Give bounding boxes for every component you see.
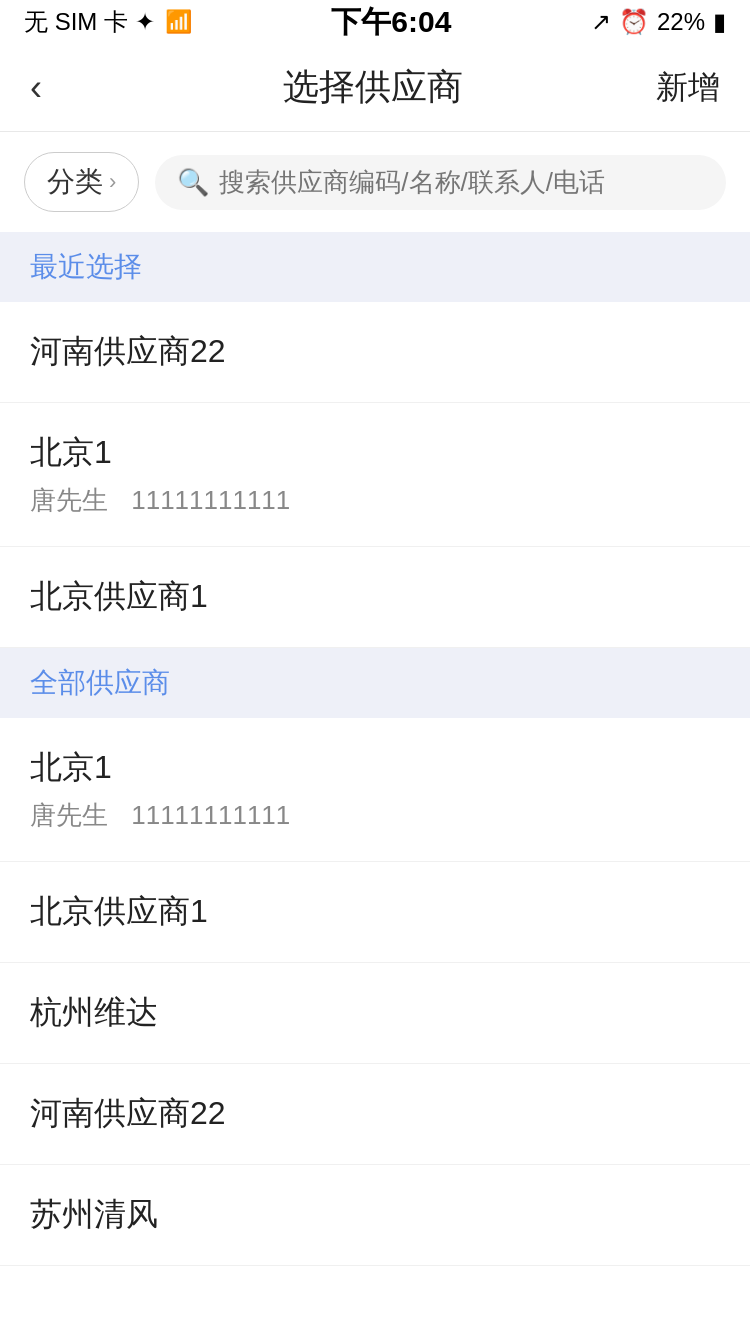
item-name: 河南供应商22 <box>30 1092 720 1136</box>
item-name: 河南供应商22 <box>30 330 720 374</box>
all-section-label: 全部供应商 <box>30 667 170 698</box>
status-left: 无 SIM 卡 ✦ 📶 <box>24 6 192 38</box>
all-section-header: 全部供应商 <box>0 648 750 718</box>
item-name: 北京1 <box>30 431 720 475</box>
chevron-right-icon: › <box>109 169 116 195</box>
item-name: 北京供应商1 <box>30 575 720 619</box>
page-title: 选择供应商 <box>283 63 463 112</box>
status-right: ↗ ⏰ 22% ▮ <box>591 8 726 36</box>
item-name: 北京1 <box>30 746 720 790</box>
item-name: 北京供应商1 <box>30 890 720 934</box>
recent-section-header: 最近选择 <box>0 232 750 302</box>
search-input[interactable] <box>219 167 704 198</box>
battery-icon: ▮ <box>713 8 726 36</box>
alarm-icon: ⏰ <box>619 8 649 36</box>
contact-phone: 11111111111 <box>131 485 290 515</box>
wifi-icon: 📶 <box>165 9 192 35</box>
nav-bar: ‹ 选择供应商 新增 <box>0 44 750 132</box>
status-time: 下午6:04 <box>331 2 451 43</box>
contact-name: 唐先生 <box>30 485 108 515</box>
item-contact: 唐先生 11111111111 <box>30 483 720 518</box>
list-item[interactable]: 苏州清风 <box>0 1165 750 1266</box>
status-bar: 无 SIM 卡 ✦ 📶 下午6:04 ↗ ⏰ 22% ▮ <box>0 0 750 44</box>
location-icon: ↗ <box>591 8 611 36</box>
search-box: 🔍 <box>155 155 726 210</box>
category-filter-button[interactable]: 分类 › <box>24 152 139 212</box>
search-icon: 🔍 <box>177 167 209 198</box>
list-item[interactable]: 杭州维达 <box>0 963 750 1064</box>
list-item[interactable]: 河南供应商22 <box>0 1064 750 1165</box>
list-item[interactable]: 河南供应商22 <box>0 302 750 403</box>
category-label: 分类 <box>47 163 103 201</box>
filter-bar: 分类 › 🔍 <box>0 132 750 232</box>
all-items-list: 北京1 唐先生 11111111111 北京供应商1 杭州维达 河南供应商22 … <box>0 718 750 1266</box>
recent-section-label: 最近选择 <box>30 251 142 282</box>
sim-status: 无 SIM 卡 ✦ <box>24 6 155 38</box>
item-name: 杭州维达 <box>30 991 720 1035</box>
list-item[interactable]: 北京1 唐先生 11111111111 <box>0 718 750 862</box>
recent-items-list: 河南供应商22 北京1 唐先生 11111111111 北京供应商1 <box>0 302 750 648</box>
list-item[interactable]: 北京供应商1 <box>0 862 750 963</box>
list-item[interactable]: 北京1 唐先生 11111111111 <box>0 403 750 547</box>
battery-indicator: 22% <box>657 8 705 36</box>
new-supplier-button[interactable]: 新增 <box>656 66 720 110</box>
item-name: 苏州清风 <box>30 1193 720 1237</box>
back-button[interactable]: ‹ <box>30 67 90 109</box>
contact-phone: 11111111111 <box>131 800 290 830</box>
item-contact: 唐先生 11111111111 <box>30 798 720 833</box>
contact-name: 唐先生 <box>30 800 108 830</box>
list-item[interactable]: 北京供应商1 <box>0 547 750 648</box>
